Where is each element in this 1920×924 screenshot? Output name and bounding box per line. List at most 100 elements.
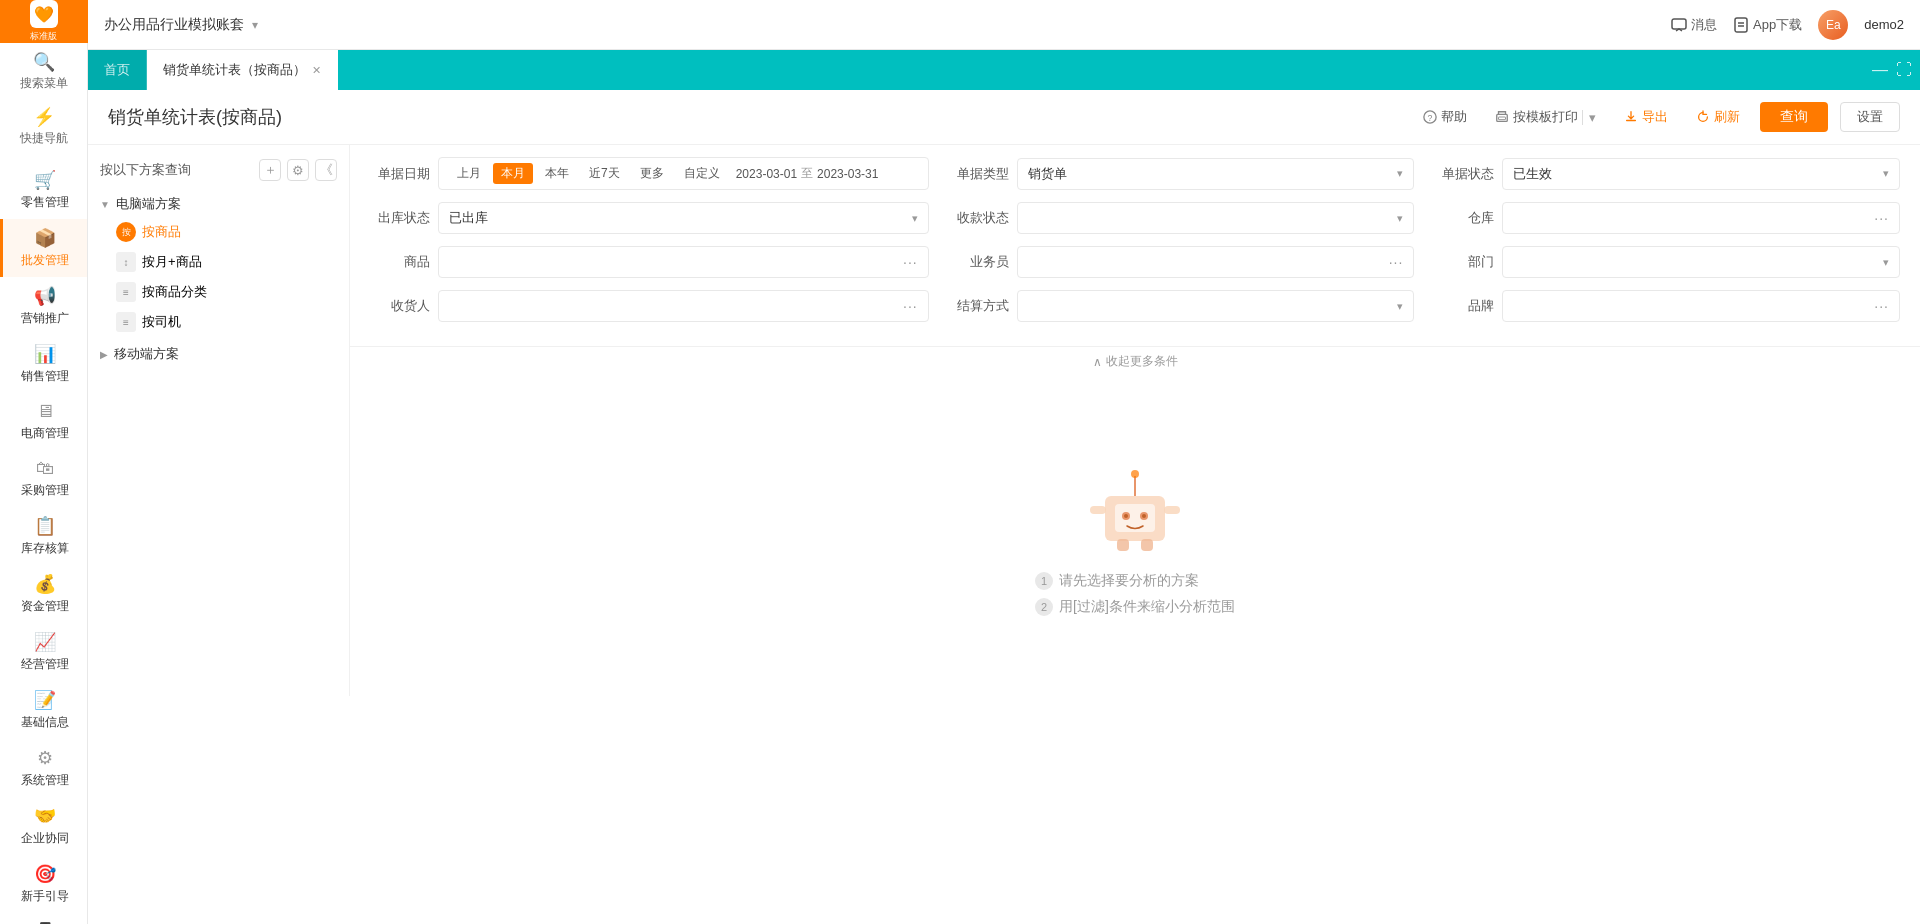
header-dropdown-arrow[interactable]: ▾: [252, 18, 258, 32]
sidebar-item-appstore[interactable]: 📱 应用中心: [0, 913, 87, 924]
sidebar-item-retail[interactable]: 🛒 零售管理: [0, 161, 87, 219]
sidebar-item-guide[interactable]: 🎯 新手引导: [0, 855, 87, 913]
marketing-label: 营销推广: [21, 310, 69, 327]
page-title: 销货单统计表(按商品): [108, 105, 282, 129]
tree-mobile-parent[interactable]: ▶ 移动端方案: [88, 341, 349, 367]
date-last-month[interactable]: 上月: [449, 163, 489, 184]
tab-bar: 首页 销货单统计表（按商品） ✕ — ⛶: [88, 50, 1920, 90]
brand-control[interactable]: ···: [1502, 290, 1900, 322]
sidebar-item-ops[interactable]: 📈 经营管理: [0, 623, 87, 681]
receipt-status-field: 收款状态 ▾: [949, 202, 1415, 234]
collapse-bar[interactable]: ∧ 收起更多条件: [350, 346, 1920, 376]
guide-icon: 🎯: [34, 863, 56, 885]
date-custom[interactable]: 自定义: [676, 163, 728, 184]
body-layout: 按以下方案查询 ＋ ⚙ 《 ▼ 电脑端方案: [88, 145, 1920, 696]
message-btn[interactable]: 消息: [1671, 16, 1717, 34]
export-icon: [1624, 110, 1638, 124]
doc-type-label: 单据类型: [949, 165, 1009, 183]
print-label: 按模板打印: [1513, 108, 1578, 126]
top-header: 办公用品行业模拟账套 ▾ 消息 App下载 Ea demo2: [88, 0, 1920, 50]
marketing-icon: 📢: [34, 285, 56, 307]
tree-child-by-product[interactable]: 按 按商品: [88, 217, 349, 247]
date-control[interactable]: 上月 本月 本年 近7天 更多 自定义 2023-03-01 至 202: [438, 157, 929, 190]
export-label: 导出: [1642, 108, 1668, 126]
sidebar-item-wholesale[interactable]: 📦 批发管理: [0, 219, 87, 277]
tab-expand-btn[interactable]: ⛶: [1896, 61, 1912, 79]
system-label: 系统管理: [21, 772, 69, 789]
user-avatar[interactable]: Ea: [1818, 10, 1848, 40]
sidebar-item-sales[interactable]: 📊 销售管理: [0, 335, 87, 393]
date-this-month[interactable]: 本月: [493, 163, 533, 184]
finance-label: 资金管理: [21, 598, 69, 615]
doc-status-control[interactable]: 已生效 ▾: [1502, 158, 1900, 190]
form-row-4: 收货人 ··· 结算方式 ▾: [370, 290, 1900, 322]
form-row-1: 单据日期 上月 本月 本年 近7天 更多 自定义 2023-03-01: [370, 157, 1900, 190]
product-control[interactable]: ···: [438, 246, 929, 278]
app-logo[interactable]: 🧡 标准版: [0, 0, 88, 43]
collapse-up-icon: ∧: [1093, 355, 1102, 369]
header-title: 办公用品行业模拟账套: [104, 16, 244, 34]
settings-btn[interactable]: 设置: [1840, 102, 1900, 132]
print-btn[interactable]: 按模板打印 ▾: [1487, 104, 1604, 130]
payment-chevron: ▾: [1397, 300, 1403, 313]
date-more[interactable]: 更多: [632, 163, 672, 184]
recipient-control[interactable]: ···: [438, 290, 929, 322]
date-this-year[interactable]: 本年: [537, 163, 577, 184]
edit-scheme-btn[interactable]: ⚙: [287, 159, 309, 181]
by-cashier-label: 按司机: [142, 313, 181, 331]
out-status-control[interactable]: 已出库 ▾: [438, 202, 929, 234]
sidebar-item-collab[interactable]: 🤝 企业协同: [0, 797, 87, 855]
tab-minimize-btn[interactable]: —: [1872, 61, 1888, 79]
tree-child-by-cashier[interactable]: ≡ 按司机: [88, 307, 349, 337]
tab-home[interactable]: 首页: [88, 50, 147, 90]
tree-child-by-category[interactable]: ≡ 按商品分类: [88, 277, 349, 307]
date-last-7-days[interactable]: 近7天: [581, 163, 628, 184]
collapse-sidebar-btn[interactable]: 《: [315, 159, 337, 181]
help-btn[interactable]: ? 帮助: [1415, 104, 1475, 130]
ops-label: 经营管理: [21, 656, 69, 673]
purchase-label: 采购管理: [21, 482, 69, 499]
doc-type-control[interactable]: 销货单 ▾: [1017, 158, 1415, 190]
payment-control[interactable]: ▾: [1017, 290, 1415, 322]
tree-desktop-label: 电脑端方案: [116, 195, 181, 213]
doc-status-label: 单据状态: [1434, 165, 1494, 183]
product-dots: ···: [903, 254, 918, 270]
guide-label: 新手引导: [21, 888, 69, 905]
query-btn[interactable]: 查询: [1760, 102, 1828, 132]
tree-desktop-parent[interactable]: ▼ 电脑端方案: [88, 191, 349, 217]
sidebar-item-system[interactable]: ⚙ 系统管理: [0, 739, 87, 797]
filter-tree: ▼ 电脑端方案 按 按商品 ↕ 按月+商品 ≡: [88, 187, 349, 371]
tree-arrow-down: ▼: [100, 199, 110, 210]
export-btn[interactable]: 导出: [1616, 104, 1676, 130]
sidebar-item-ecommerce[interactable]: 🖥 电商管理: [0, 393, 87, 450]
department-control[interactable]: ▾: [1502, 246, 1900, 278]
receipt-status-control[interactable]: ▾: [1017, 202, 1415, 234]
add-scheme-btn[interactable]: ＋: [259, 159, 281, 181]
app-download-btn[interactable]: App下载: [1733, 16, 1802, 34]
svg-rect-19: [1141, 539, 1153, 551]
print-dropdown-icon[interactable]: ▾: [1582, 110, 1596, 125]
svg-point-12: [1124, 514, 1128, 518]
sidebar-item-search[interactable]: 🔍 搜索菜单: [0, 43, 87, 100]
product-field: 商品 ···: [370, 246, 929, 278]
tree-child-by-month-product[interactable]: ↕ 按月+商品: [88, 247, 349, 277]
salesperson-control[interactable]: ···: [1017, 246, 1415, 278]
doc-type-chevron: ▾: [1397, 167, 1403, 180]
sidebar-item-finance[interactable]: 💰 资金管理: [0, 565, 87, 623]
warehouse-control[interactable]: ···: [1502, 202, 1900, 234]
ops-icon: 📈: [34, 631, 56, 653]
doc-status-chevron: ▾: [1883, 167, 1889, 180]
sidebar-item-marketing[interactable]: 📢 营销推广: [0, 277, 87, 335]
tab-sales-stat[interactable]: 销货单统计表（按商品） ✕: [147, 50, 338, 90]
svg-point-13: [1142, 514, 1146, 518]
inventory-icon: 📋: [34, 515, 56, 537]
filter-sidebar-tools: ＋ ⚙ 《: [259, 159, 337, 181]
sidebar-item-quick-nav[interactable]: ⚡ 快捷导航: [0, 100, 87, 153]
department-label: 部门: [1434, 253, 1494, 271]
svg-rect-18: [1117, 539, 1129, 551]
refresh-btn[interactable]: 刷新: [1688, 104, 1748, 130]
sidebar-item-inventory[interactable]: 📋 库存核算: [0, 507, 87, 565]
sidebar-item-basic[interactable]: 📝 基础信息: [0, 681, 87, 739]
sidebar-item-purchase[interactable]: 🛍 采购管理: [0, 450, 87, 507]
tab-close-btn[interactable]: ✕: [312, 64, 321, 77]
